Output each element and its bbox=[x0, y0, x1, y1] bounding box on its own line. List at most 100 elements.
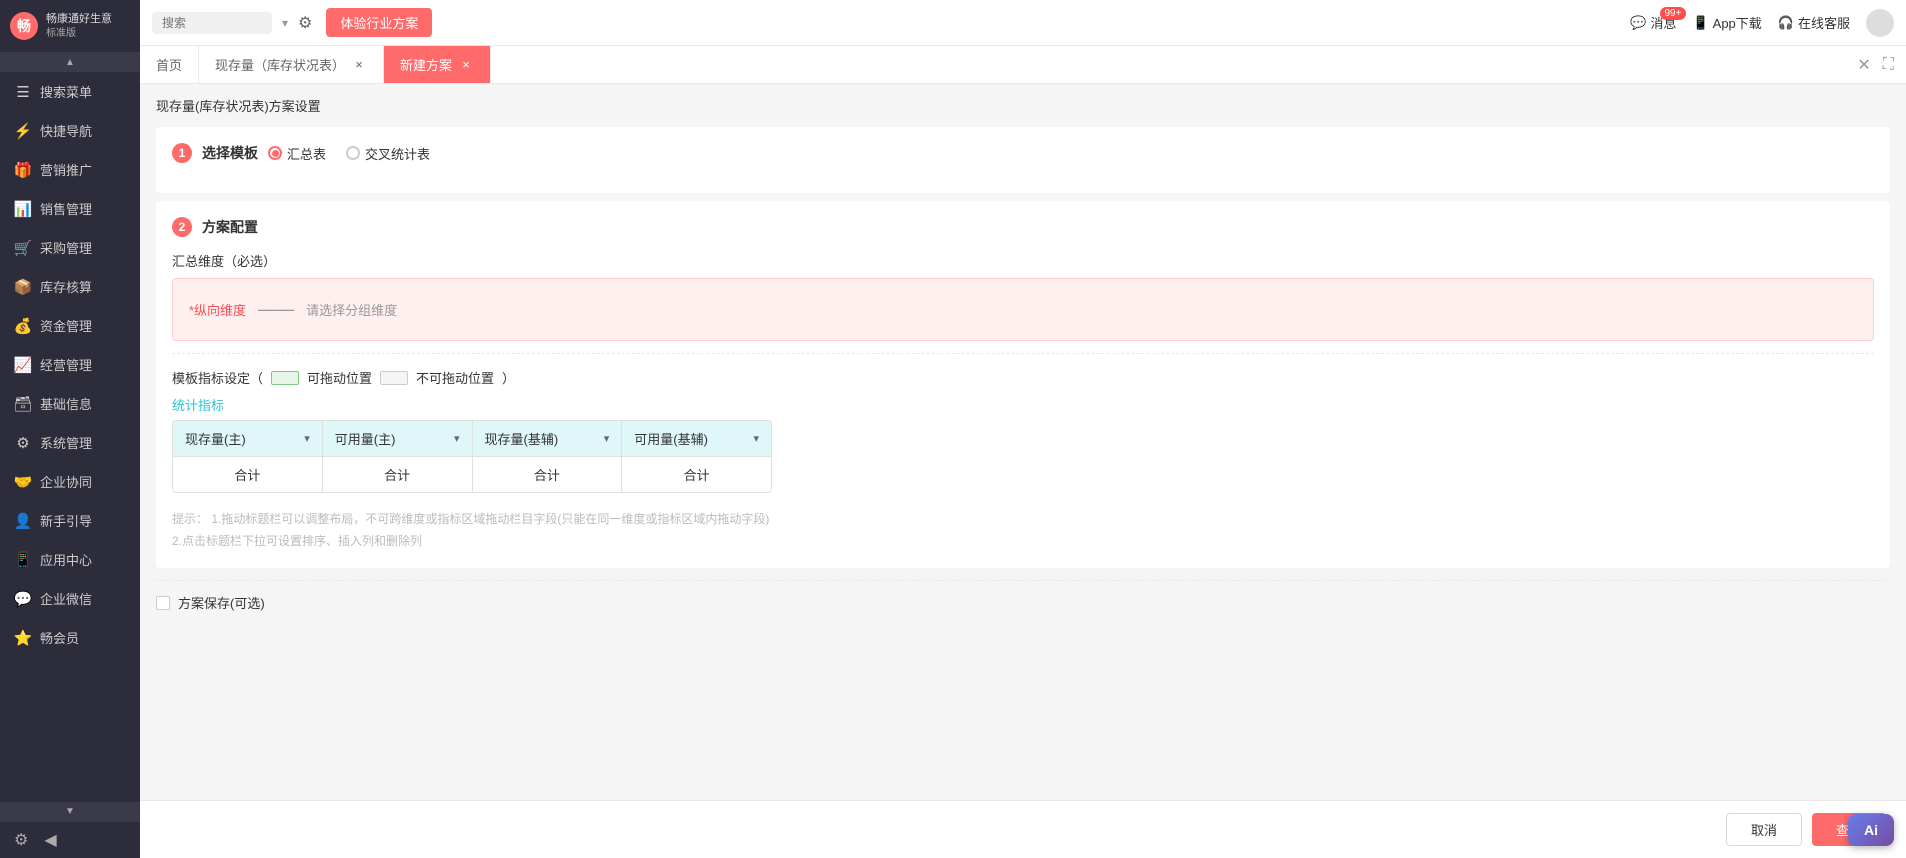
service-btn[interactable]: 🎧 在线客服 bbox=[1778, 13, 1850, 32]
msg-btn[interactable]: 💬 消息 99+ bbox=[1630, 13, 1676, 32]
sidebar-label-4: 采购管理 bbox=[40, 238, 92, 257]
template-radio-group: 汇总表 交叉统计表 bbox=[268, 144, 430, 163]
step2-num: 2 bbox=[172, 217, 192, 237]
collapse-icon[interactable]: ◀ bbox=[44, 830, 56, 850]
stats-col-chevron-3: ▾ bbox=[753, 432, 759, 445]
sidebar-icon-3: 📊 bbox=[14, 200, 32, 218]
dim-required-box[interactable]: *纵向维度 —— 请选择分组维度 bbox=[172, 278, 1874, 341]
main-area: ▾ ⚙ 体验行业方案 💬 消息 99+ 📱 App下载 🎧 在线客服 首页 bbox=[140, 0, 1906, 858]
stats-col-label-1: 可用量(主) bbox=[335, 429, 396, 448]
sidebar-scroll-up[interactable]: ▲ bbox=[0, 53, 140, 72]
sidebar-label-10: 企业协同 bbox=[40, 472, 92, 491]
stats-data-2: 合计 bbox=[473, 457, 623, 492]
avatar[interactable] bbox=[1866, 9, 1894, 37]
content-area: 现存量(库存状况表)方案设置 1 选择模板 汇总表 交叉统计表 bbox=[140, 84, 1906, 800]
sidebar-item-1[interactable]: ⚡ 快捷导航 bbox=[0, 111, 140, 150]
sidebar-icon-4: 🛒 bbox=[14, 239, 32, 257]
sidebar-item-8[interactable]: 🗃 基础信息 bbox=[0, 384, 140, 423]
topbar: ▾ ⚙ 体验行业方案 💬 消息 99+ 📱 App下载 🎧 在线客服 bbox=[140, 0, 1906, 46]
indicator-setting-label: 模板指标设定（ 可拖动位置 不可拖动位置 ） bbox=[172, 368, 1874, 387]
search-dropdown-icon[interactable]: ▾ bbox=[282, 16, 288, 30]
step1-card: 1 选择模板 汇总表 交叉统计表 bbox=[156, 127, 1890, 193]
step2-card: 2 方案配置 汇总维度（必选） *纵向维度 —— 请选择分组维度 模板指标设定（… bbox=[156, 201, 1890, 568]
stats-data-1: 合计 bbox=[323, 457, 473, 492]
msg-badge: 99+ bbox=[1660, 7, 1687, 20]
stats-col-label-2: 现存量(基辅) bbox=[485, 429, 559, 448]
sidebar-icon-0: ☰ bbox=[14, 83, 32, 101]
radio-cross[interactable]: 交叉统计表 bbox=[346, 144, 430, 163]
sidebar-icon-5: 📦 bbox=[14, 278, 32, 296]
sidebar-item-10[interactable]: 🤝 企业协同 bbox=[0, 462, 140, 501]
sidebar-icon-6: 💰 bbox=[14, 317, 32, 335]
sidebar-label-0: 搜索菜单 bbox=[40, 82, 92, 101]
sidebar-icon-9: ⚙ bbox=[14, 434, 32, 452]
sidebar-label-11: 新手引导 bbox=[40, 511, 92, 530]
gear-icon[interactable]: ⚙ bbox=[298, 13, 312, 33]
sidebar-icon-12: 📱 bbox=[14, 551, 32, 569]
sidebar-item-11[interactable]: 👤 新手引导 bbox=[0, 501, 140, 540]
step2-header: 2 方案配置 bbox=[172, 217, 1874, 237]
dim-label: 汇总维度（必选） bbox=[172, 251, 1874, 270]
step1-num: 1 bbox=[172, 143, 192, 163]
tab-close-window-btn[interactable]: ✕ bbox=[1853, 53, 1874, 77]
sidebar-icon-7: 📈 bbox=[14, 356, 32, 374]
settings-icon[interactable]: ⚙ bbox=[14, 830, 28, 850]
sidebar-icon-8: 🗃 bbox=[14, 395, 32, 413]
app-download-btn[interactable]: 📱 App下载 bbox=[1692, 13, 1761, 32]
footer-bar: 取消 查询 bbox=[140, 800, 1906, 858]
sidebar-item-12[interactable]: 📱 应用中心 bbox=[0, 540, 140, 579]
sidebar-item-0[interactable]: ☰ 搜索菜单 bbox=[0, 72, 140, 111]
legend-draggable bbox=[271, 371, 299, 385]
sidebar-item-9[interactable]: ⚙ 系统管理 bbox=[0, 423, 140, 462]
tab-new-plan[interactable]: 新建方案 × bbox=[384, 46, 491, 83]
save-option: 方案保存(可选) bbox=[156, 593, 1890, 612]
stats-header-2[interactable]: 现存量(基辅)▾ bbox=[473, 421, 623, 456]
stats-header-0[interactable]: 现存量(主)▾ bbox=[173, 421, 323, 456]
tab-expand-btn[interactable]: ⛶ bbox=[1879, 54, 1898, 76]
stats-data-row: 合计合计合计合计 bbox=[173, 456, 771, 492]
tab-inventory[interactable]: 现存量（库存状况表） × bbox=[199, 46, 384, 83]
sidebar-label-6: 资金管理 bbox=[40, 316, 92, 335]
sidebar-item-6[interactable]: 💰 资金管理 bbox=[0, 306, 140, 345]
stats-section: 统计指标 现存量(主)▾可用量(主)▾现存量(基辅)▾可用量(基辅)▾ 合计合计… bbox=[172, 395, 1874, 493]
sidebar-item-3[interactable]: 📊 销售管理 bbox=[0, 189, 140, 228]
sidebar-item-2[interactable]: 🎁 营销推广 bbox=[0, 150, 140, 189]
tab-new-plan-close[interactable]: × bbox=[458, 57, 474, 73]
legend-not-draggable bbox=[380, 371, 408, 385]
sidebar-logo: 畅 畅康通好生意 标准版 bbox=[0, 0, 140, 53]
search-input[interactable] bbox=[152, 12, 272, 34]
trial-btn[interactable]: 体验行业方案 bbox=[326, 8, 432, 37]
tab-home[interactable]: 首页 bbox=[140, 46, 199, 83]
cancel-button[interactable]: 取消 bbox=[1726, 813, 1802, 846]
save-checkbox[interactable] bbox=[156, 596, 170, 610]
sidebar-item-14[interactable]: ⭐ 畅会员 bbox=[0, 618, 140, 657]
tip-1: 提示： 1.拖动标题栏可以调整布局，不可跨维度或指标区域拖动栏目字段(只能在同一… bbox=[172, 509, 1874, 531]
phone-icon: 📱 bbox=[1692, 15, 1708, 31]
sidebar-label-5: 库存核算 bbox=[40, 277, 92, 296]
sidebar-label-8: 基础信息 bbox=[40, 394, 92, 413]
ai-float-btn[interactable]: Ai bbox=[1848, 814, 1894, 846]
sidebar-item-4[interactable]: 🛒 采购管理 bbox=[0, 228, 140, 267]
sidebar-item-5[interactable]: 📦 库存核算 bbox=[0, 267, 140, 306]
radio-summary-label: 汇总表 bbox=[287, 144, 326, 163]
stats-header-3[interactable]: 可用量(基辅)▾ bbox=[622, 421, 771, 456]
sidebar-item-7[interactable]: 📈 经营管理 bbox=[0, 345, 140, 384]
sidebar-scroll-down[interactable]: ▼ bbox=[0, 802, 140, 821]
sidebar-icon-1: ⚡ bbox=[14, 122, 32, 140]
step2-title: 方案配置 bbox=[202, 217, 258, 237]
stats-header-1[interactable]: 可用量(主)▾ bbox=[323, 421, 473, 456]
sidebar-bottom: ⚙ ◀ bbox=[0, 821, 140, 858]
tab-inventory-close[interactable]: × bbox=[351, 57, 367, 73]
radio-cross-circle bbox=[346, 146, 360, 160]
topbar-right: 💬 消息 99+ 📱 App下载 🎧 在线客服 bbox=[1630, 9, 1894, 37]
radio-summary[interactable]: 汇总表 bbox=[268, 144, 326, 163]
sidebar-item-13[interactable]: 💬 企业微信 bbox=[0, 579, 140, 618]
radio-cross-label: 交叉统计表 bbox=[365, 144, 430, 163]
sidebar-label-7: 经营管理 bbox=[40, 355, 92, 374]
radio-summary-circle bbox=[268, 146, 282, 160]
sidebar-label-1: 快捷导航 bbox=[40, 121, 92, 140]
headset-icon: 🎧 bbox=[1778, 15, 1794, 31]
stats-title: 统计指标 bbox=[172, 395, 1874, 414]
stats-col-chevron-0: ▾ bbox=[304, 432, 310, 445]
logo-icon: 畅 bbox=[10, 12, 38, 40]
